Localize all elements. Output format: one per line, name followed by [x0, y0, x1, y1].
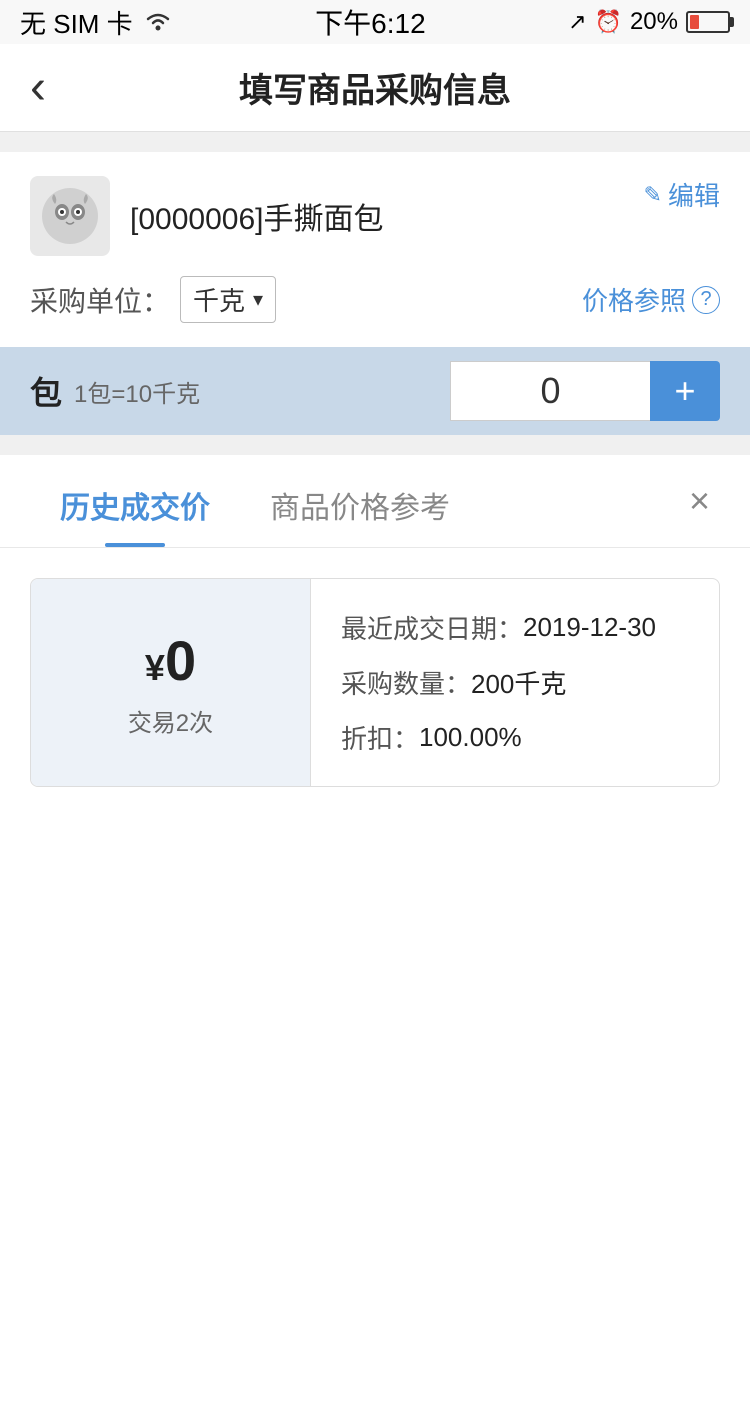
date-value: 2019-12-30 — [523, 612, 656, 643]
status-right: ↗ ⏰ 20% — [568, 8, 730, 36]
quantity-input-group: + — [450, 361, 720, 421]
battery-percent: 20% — [630, 8, 678, 36]
battery-icon — [686, 11, 730, 33]
discount-value: 100.00% — [419, 722, 522, 753]
wifi-icon — [143, 7, 173, 38]
status-left: 无 SIM 卡 — [20, 4, 173, 41]
product-name: [0000006]手撕面包 — [130, 194, 383, 238]
detail-date-row: 最近成交日期： 2019-12-30 — [341, 609, 689, 646]
history-section: ¥0 交易2次 最近成交日期： 2019-12-30 采购数量： 200千克 折… — [0, 548, 750, 817]
price-ref-label: 价格参照 — [582, 281, 686, 318]
status-time: 下午6:12 — [315, 2, 426, 42]
unit-box-label: 包 — [30, 368, 62, 414]
alarm-icon: ⏰ — [595, 9, 622, 35]
location-icon: ↗ — [568, 9, 586, 35]
unit-select[interactable]: 千克 ▾ — [180, 276, 276, 323]
unit-conversion: 1包=10千克 — [74, 374, 200, 409]
unit-value: 千克 — [193, 281, 245, 318]
qty-value: 200千克 — [471, 664, 566, 701]
unit-info: 包 1包=10千克 — [30, 368, 200, 414]
plus-icon: + — [674, 370, 695, 412]
edit-label: 编辑 — [668, 176, 720, 213]
detail-discount-row: 折扣： 100.00% — [341, 719, 689, 756]
status-bar: 无 SIM 卡 下午6:12 ↗ ⏰ 20% — [0, 0, 750, 44]
quantity-row: 包 1包=10千克 + — [0, 347, 750, 435]
main-content — [0, 817, 750, 1417]
tab-price-reference[interactable]: 商品价格参考 — [240, 455, 480, 547]
history-detail-panel: 最近成交日期： 2019-12-30 采购数量： 200千克 折扣： 100.0… — [311, 579, 719, 786]
tab-bar: 历史成交价 商品价格参考 × — [0, 455, 750, 548]
history-card: ¥0 交易2次 最近成交日期： 2019-12-30 采购数量： 200千克 折… — [30, 578, 720, 787]
edit-icon: ✎ — [644, 182, 662, 208]
price-number: 0 — [165, 629, 196, 692]
tab-items: 历史成交价 商品价格参考 — [30, 455, 480, 547]
edit-button[interactable]: ✎ 编辑 — [644, 176, 720, 213]
history-price-panel: ¥0 交易2次 — [31, 579, 311, 786]
product-left: [0000006]手撕面包 — [30, 176, 383, 256]
product-card: [0000006]手撕面包 ✎ 编辑 采购单位： 千克 ▾ 价格参照 ? — [0, 152, 750, 347]
qty-label: 采购数量： — [341, 664, 471, 701]
product-image — [30, 176, 110, 256]
nav-bar: ‹ 填写商品采购信息 — [0, 44, 750, 132]
tab-close-button[interactable]: × — [679, 470, 720, 532]
product-header: [0000006]手撕面包 ✎ 编辑 — [30, 176, 720, 256]
carrier-text: 无 SIM 卡 — [20, 4, 133, 41]
unit-dropdown-arrow: ▾ — [253, 287, 263, 312]
quantity-plus-button[interactable]: + — [650, 361, 720, 421]
page-title: 填写商品采购信息 — [239, 63, 511, 112]
price-ref-button[interactable]: 价格参照 ? — [582, 281, 720, 318]
history-price-value: ¥0 — [145, 628, 196, 693]
tab-history-price[interactable]: 历史成交价 — [30, 455, 240, 547]
back-button[interactable]: ‹ — [30, 60, 46, 115]
trades-count: 交易2次 — [128, 703, 213, 738]
unit-label: 采购单位： — [30, 280, 170, 320]
quantity-input[interactable] — [450, 361, 650, 421]
currency-symbol: ¥ — [145, 647, 165, 688]
detail-qty-row: 采购数量： 200千克 — [341, 664, 689, 701]
price-ref-help-icon: ? — [692, 286, 720, 314]
date-label: 最近成交日期： — [341, 609, 523, 646]
tab-price-ref-label: 商品价格参考 — [270, 492, 450, 525]
tab-history-label: 历史成交价 — [60, 492, 210, 525]
discount-label: 折扣： — [341, 719, 419, 756]
product-unit-row: 采购单位： 千克 ▾ 价格参照 ? — [30, 276, 720, 323]
